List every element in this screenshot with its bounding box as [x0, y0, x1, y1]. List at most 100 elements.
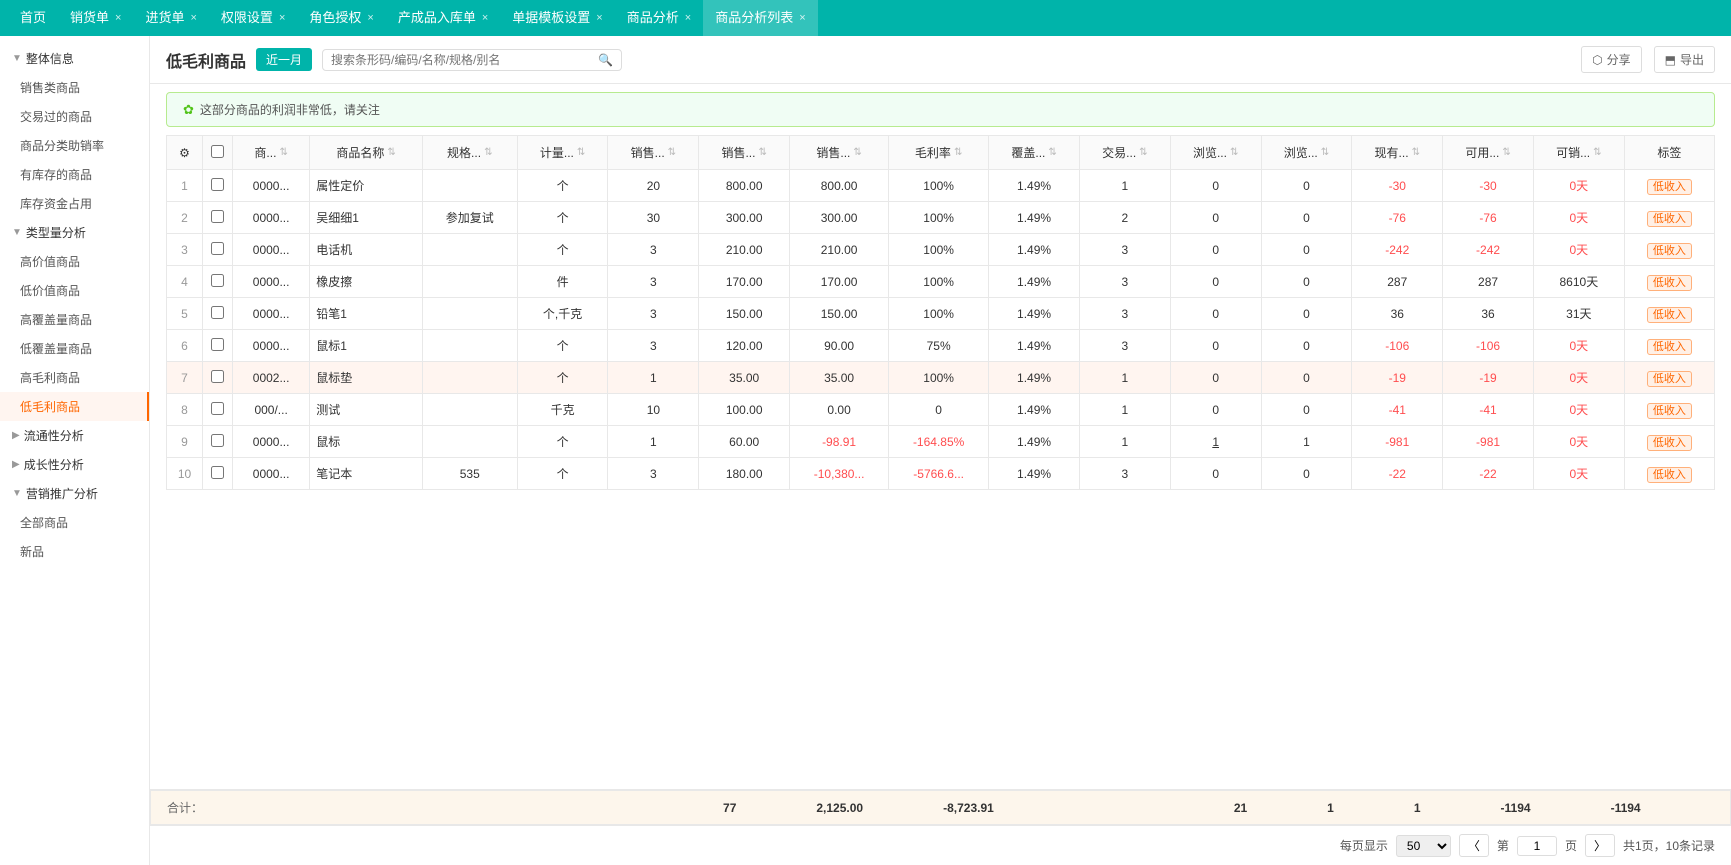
- col-code[interactable]: 商...⇅: [233, 136, 310, 170]
- col-spec[interactable]: 规格...⇅: [422, 136, 517, 170]
- nav-close-icon[interactable]: ×: [685, 0, 691, 36]
- sidebar-group-marketing[interactable]: ▼ 营销推广分析: [0, 479, 149, 508]
- row-qty: 3: [608, 330, 699, 362]
- nav-product-inbound[interactable]: 产成品入库单 ×: [386, 0, 500, 36]
- row-views-total[interactable]: 0: [1170, 298, 1261, 330]
- prev-page-button[interactable]: 〈: [1459, 834, 1489, 857]
- col-checkbox-all[interactable]: [203, 136, 233, 170]
- col-stock[interactable]: 现有...⇅: [1352, 136, 1443, 170]
- page-size-select[interactable]: 50 100: [1396, 835, 1451, 857]
- page-number-input[interactable]: [1517, 836, 1557, 856]
- row-checkbox[interactable]: [203, 266, 233, 298]
- nav-purchase-order[interactable]: 进货单 ×: [133, 0, 208, 36]
- row-checkbox[interactable]: [203, 362, 233, 394]
- table-row: 5 0000... 铅笔1 个,千克 3 150.00 150.00 100% …: [167, 298, 1715, 330]
- period-button[interactable]: 近一月: [256, 48, 312, 71]
- sidebar-group-flow[interactable]: ▶ 流通性分析: [0, 421, 149, 450]
- sidebar-item-low-coverage[interactable]: 低覆盖量商品: [0, 334, 149, 363]
- nav-close-icon[interactable]: ×: [482, 0, 488, 36]
- row-checkbox[interactable]: [203, 170, 233, 202]
- row-checkbox[interactable]: [203, 234, 233, 266]
- nav-home[interactable]: 首页: [8, 0, 58, 36]
- row-checkbox[interactable]: [203, 298, 233, 330]
- row-name[interactable]: 电话机: [310, 234, 423, 266]
- row-checkbox[interactable]: [203, 458, 233, 490]
- nav-sales-order[interactable]: 销货单 ×: [58, 0, 133, 36]
- col-qty[interactable]: 销售...⇅: [608, 136, 699, 170]
- row-views-total[interactable]: 0: [1170, 458, 1261, 490]
- row-name[interactable]: 测试: [310, 394, 423, 426]
- row-checkbox[interactable]: [203, 202, 233, 234]
- nav-role-auth[interactable]: 角色授权 ×: [297, 0, 385, 36]
- sidebar-group-overall[interactable]: ▼ 整体信息: [0, 44, 149, 73]
- col-views-total[interactable]: 浏览...⇅: [1170, 136, 1261, 170]
- nav-permission-settings[interactable]: 权限设置 ×: [209, 0, 297, 36]
- col-coverage[interactable]: 覆盖...⇅: [989, 136, 1080, 170]
- row-name[interactable]: 鼠标1: [310, 330, 423, 362]
- nav-close-icon[interactable]: ×: [190, 0, 196, 36]
- row-views-total[interactable]: 1: [1170, 426, 1261, 458]
- nav-product-analysis[interactable]: 商品分析 ×: [615, 0, 703, 36]
- sidebar-item-stock-capital[interactable]: 库存资金占用: [0, 189, 149, 218]
- sidebar-item-low-value[interactable]: 低价值商品: [0, 276, 149, 305]
- col-profit[interactable]: 销售...⇅: [790, 136, 889, 170]
- sidebar-item-high-coverage[interactable]: 高覆盖量商品: [0, 305, 149, 334]
- col-amount[interactable]: 销售...⇅: [699, 136, 790, 170]
- search-input[interactable]: [331, 53, 592, 67]
- row-views-total[interactable]: 0: [1170, 330, 1261, 362]
- select-all-checkbox[interactable]: [211, 145, 224, 158]
- nav-close-icon[interactable]: ×: [367, 0, 373, 36]
- row-margin: 100%: [889, 266, 989, 298]
- sidebar-item-low-margin[interactable]: 低毛利商品: [0, 392, 149, 421]
- sidebar-item-new-products[interactable]: 新品: [0, 537, 149, 566]
- row-name[interactable]: 鼠标垫: [310, 362, 423, 394]
- row-views-total[interactable]: 0: [1170, 362, 1261, 394]
- col-views-recent[interactable]: 浏览...⇅: [1261, 136, 1352, 170]
- row-name[interactable]: 笔记本: [310, 458, 423, 490]
- search-icon[interactable]: 🔍: [598, 53, 613, 67]
- sidebar-item-in-stock[interactable]: 有库存的商品: [0, 160, 149, 189]
- row-views-total[interactable]: 0: [1170, 266, 1261, 298]
- share-button[interactable]: ⬡ 分享: [1581, 46, 1642, 73]
- sidebar-group-growth[interactable]: ▶ 成长性分析: [0, 450, 149, 479]
- next-page-button[interactable]: 〉: [1585, 834, 1615, 857]
- row-name[interactable]: 吴细细1: [310, 202, 423, 234]
- row-views-total[interactable]: 0: [1170, 394, 1261, 426]
- col-settings[interactable]: ⚙: [167, 136, 203, 170]
- col-unit[interactable]: 计量...⇅: [517, 136, 608, 170]
- row-views-total[interactable]: 0: [1170, 202, 1261, 234]
- row-name[interactable]: 铅笔1: [310, 298, 423, 330]
- nav-product-analysis-list[interactable]: 商品分析列表 ×: [703, 0, 817, 36]
- nav-close-icon[interactable]: ×: [115, 0, 121, 36]
- row-number: 1: [167, 170, 203, 202]
- row-checkbox[interactable]: [203, 394, 233, 426]
- col-name[interactable]: 商品名称⇅: [310, 136, 423, 170]
- row-views-total[interactable]: 0: [1170, 234, 1261, 266]
- sidebar-item-all-products[interactable]: 全部商品: [0, 508, 149, 537]
- nav-template-settings[interactable]: 单据模板设置 ×: [500, 0, 614, 36]
- col-customers[interactable]: 交易...⇅: [1079, 136, 1170, 170]
- row-name[interactable]: 橡皮擦: [310, 266, 423, 298]
- row-days: 0天: [1533, 458, 1624, 490]
- row-name[interactable]: 鼠标: [310, 426, 423, 458]
- row-name[interactable]: 属性定价: [310, 170, 423, 202]
- sidebar-item-traded-products[interactable]: 交易过的商品: [0, 102, 149, 131]
- export-button[interactable]: ⬒ 导出: [1654, 46, 1715, 73]
- table-header-row: ⚙ 商...⇅ 商品名称⇅ 规格...⇅ 计量...⇅: [167, 136, 1715, 170]
- row-checkbox[interactable]: [203, 426, 233, 458]
- col-margin[interactable]: 毛利率⇅: [889, 136, 989, 170]
- nav-close-icon[interactable]: ×: [279, 0, 285, 36]
- top-navigation: 首页 销货单 × 进货单 × 权限设置 × 角色授权 × 产成品入库单 × 单据…: [0, 0, 1731, 36]
- sidebar-item-high-value[interactable]: 高价值商品: [0, 247, 149, 276]
- col-avail[interactable]: 可用...⇅: [1443, 136, 1534, 170]
- row-views-total[interactable]: 0: [1170, 170, 1261, 202]
- sidebar-item-sales-products[interactable]: 销售类商品: [0, 73, 149, 102]
- col-days[interactable]: 可销...⇅: [1533, 136, 1624, 170]
- data-table-container[interactable]: ⚙ 商...⇅ 商品名称⇅ 规格...⇅ 计量...⇅: [150, 135, 1731, 789]
- row-checkbox[interactable]: [203, 330, 233, 362]
- sidebar-item-category-rate[interactable]: 商品分类助销率: [0, 131, 149, 160]
- nav-close-icon[interactable]: ×: [799, 0, 805, 36]
- sidebar-group-type-analysis[interactable]: ▼ 类型量分析: [0, 218, 149, 247]
- sidebar-item-high-margin[interactable]: 高毛利商品: [0, 363, 149, 392]
- nav-close-icon[interactable]: ×: [596, 0, 602, 36]
